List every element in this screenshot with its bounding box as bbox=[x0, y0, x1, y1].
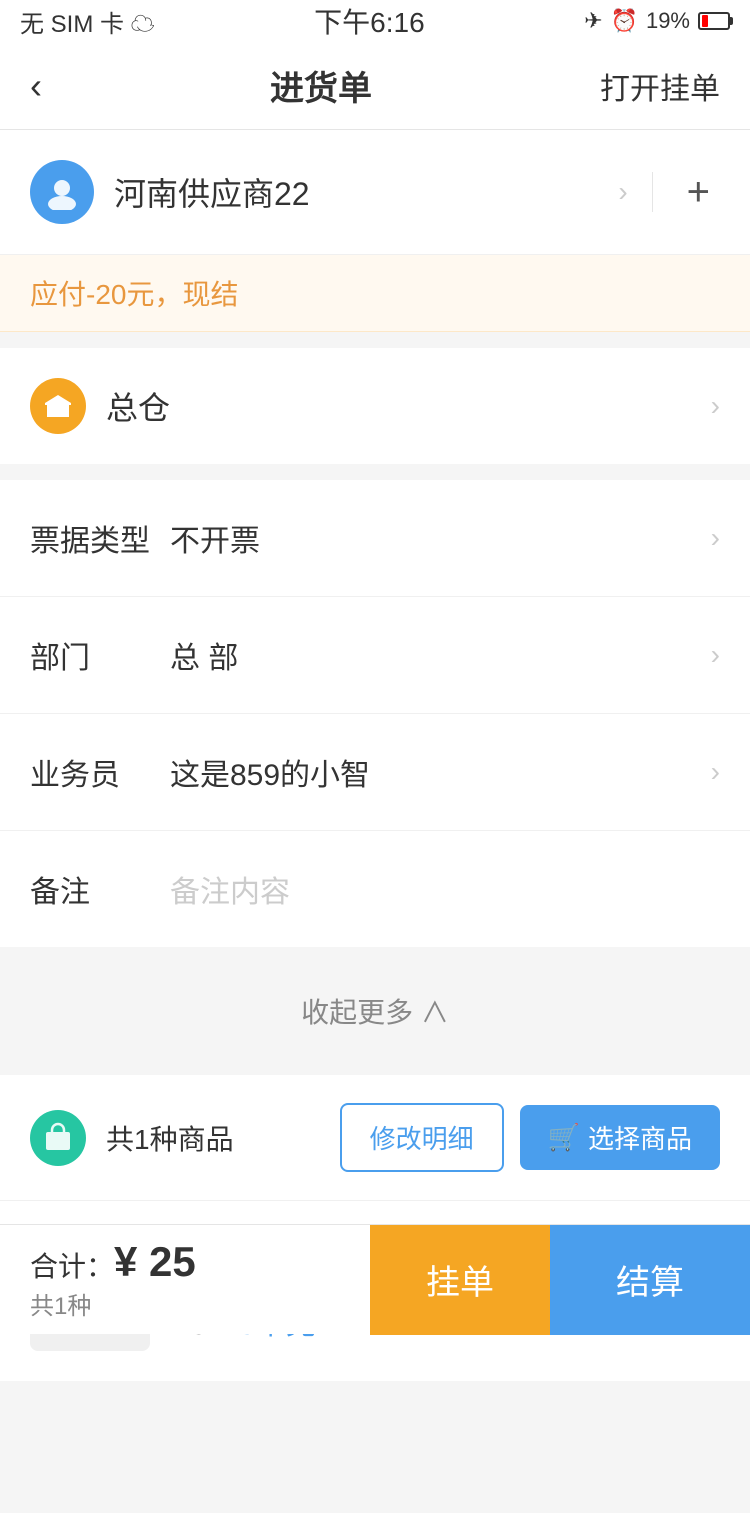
settle-button[interactable]: 结算 bbox=[550, 1225, 750, 1335]
spacer-1 bbox=[0, 1059, 750, 1075]
products-count: 共1种商品 bbox=[106, 1118, 340, 1158]
status-right: ✈ ⏰ 19% bbox=[584, 8, 730, 34]
footer-total-row: 合计：¥ 25 bbox=[30, 1238, 340, 1286]
supplier-chevron-icon: › bbox=[618, 176, 627, 208]
status-bar: 无 SIM 卡 ☁ 下午6:16 ✈ ⏰ 19% bbox=[0, 0, 750, 42]
supplier-section: 河南供应商22 › + 应付-20元，现结 bbox=[0, 130, 750, 332]
sales-label: 业务员 bbox=[30, 750, 150, 794]
warehouse-row[interactable]: 总仓 › bbox=[0, 348, 750, 464]
alarm-icon: ⏰ bbox=[611, 8, 638, 34]
products-icon bbox=[30, 1110, 86, 1166]
footer: 合计：¥ 25 共1种 挂单 结算 bbox=[0, 1224, 750, 1334]
sim-status: 无 SIM 卡 ☁ bbox=[20, 4, 155, 39]
status-left: 无 SIM 卡 ☁ bbox=[20, 4, 155, 39]
cart-icon: 🛒 bbox=[548, 1122, 580, 1153]
warehouse-name: 总仓 bbox=[106, 383, 711, 429]
add-button[interactable]: + bbox=[677, 170, 720, 215]
products-header: 共1种商品 修改明细 🛒 选择商品 bbox=[0, 1075, 750, 1201]
warehouse-icon bbox=[30, 378, 86, 434]
invoice-chevron-icon: › bbox=[711, 522, 720, 554]
sales-chevron-icon: › bbox=[711, 756, 720, 788]
total-amount: ¥ 25 bbox=[114, 1238, 196, 1285]
back-button[interactable]: ‹ bbox=[30, 65, 42, 107]
supplier-avatar bbox=[30, 160, 94, 224]
footer-spacer bbox=[0, 1383, 750, 1513]
battery-percent: 19% bbox=[646, 8, 690, 34]
invoice-value: 不开票 bbox=[170, 516, 711, 560]
alert-banner: 应付-20元，现结 bbox=[0, 255, 750, 332]
hang-button[interactable]: 挂单 bbox=[370, 1225, 550, 1335]
divider bbox=[652, 172, 653, 212]
status-time: 下午6:16 bbox=[314, 1, 425, 41]
select-product-button[interactable]: 🛒 选择商品 bbox=[520, 1105, 720, 1170]
nav-bar: ‹ 进货单 打开挂单 bbox=[0, 42, 750, 130]
location-icon: ✈ bbox=[584, 8, 602, 34]
warehouse-section: 总仓 › bbox=[0, 348, 750, 464]
form-section: 票据类型 不开票 › 部门 总 部 › 业务员 这是859的小智 › 备注 备注… bbox=[0, 480, 750, 947]
remarks-label: 备注 bbox=[30, 867, 150, 911]
page-title: 进货单 bbox=[270, 61, 372, 110]
invoice-row[interactable]: 票据类型 不开票 › bbox=[0, 480, 750, 597]
collapse-button[interactable]: 收起更多 ∧ bbox=[0, 963, 750, 1059]
invoice-label: 票据类型 bbox=[30, 516, 150, 560]
footer-count: 共1种 bbox=[30, 1286, 340, 1321]
battery-icon bbox=[698, 12, 730, 30]
warehouse-chevron-icon: › bbox=[711, 390, 720, 422]
dept-row[interactable]: 部门 总 部 › bbox=[0, 597, 750, 714]
sales-row[interactable]: 业务员 这是859的小智 › bbox=[0, 714, 750, 831]
select-product-label: 选择商品 bbox=[588, 1119, 692, 1156]
sales-value: 这是859的小智 bbox=[170, 750, 711, 794]
remarks-input[interactable]: 备注内容 bbox=[170, 867, 720, 911]
footer-total: 合计：¥ 25 共1种 bbox=[0, 1238, 370, 1321]
edit-detail-button[interactable]: 修改明细 bbox=[340, 1103, 504, 1172]
remarks-row[interactable]: 备注 备注内容 bbox=[0, 831, 750, 947]
open-hang-button[interactable]: 打开挂单 bbox=[600, 64, 720, 108]
total-label: 合计： bbox=[30, 1251, 114, 1282]
dept-label: 部门 bbox=[30, 633, 150, 677]
supplier-row[interactable]: 河南供应商22 › + bbox=[0, 130, 750, 255]
supplier-name: 河南供应商22 bbox=[114, 169, 618, 215]
dept-value: 总 部 bbox=[170, 633, 711, 677]
dept-chevron-icon: › bbox=[711, 639, 720, 671]
